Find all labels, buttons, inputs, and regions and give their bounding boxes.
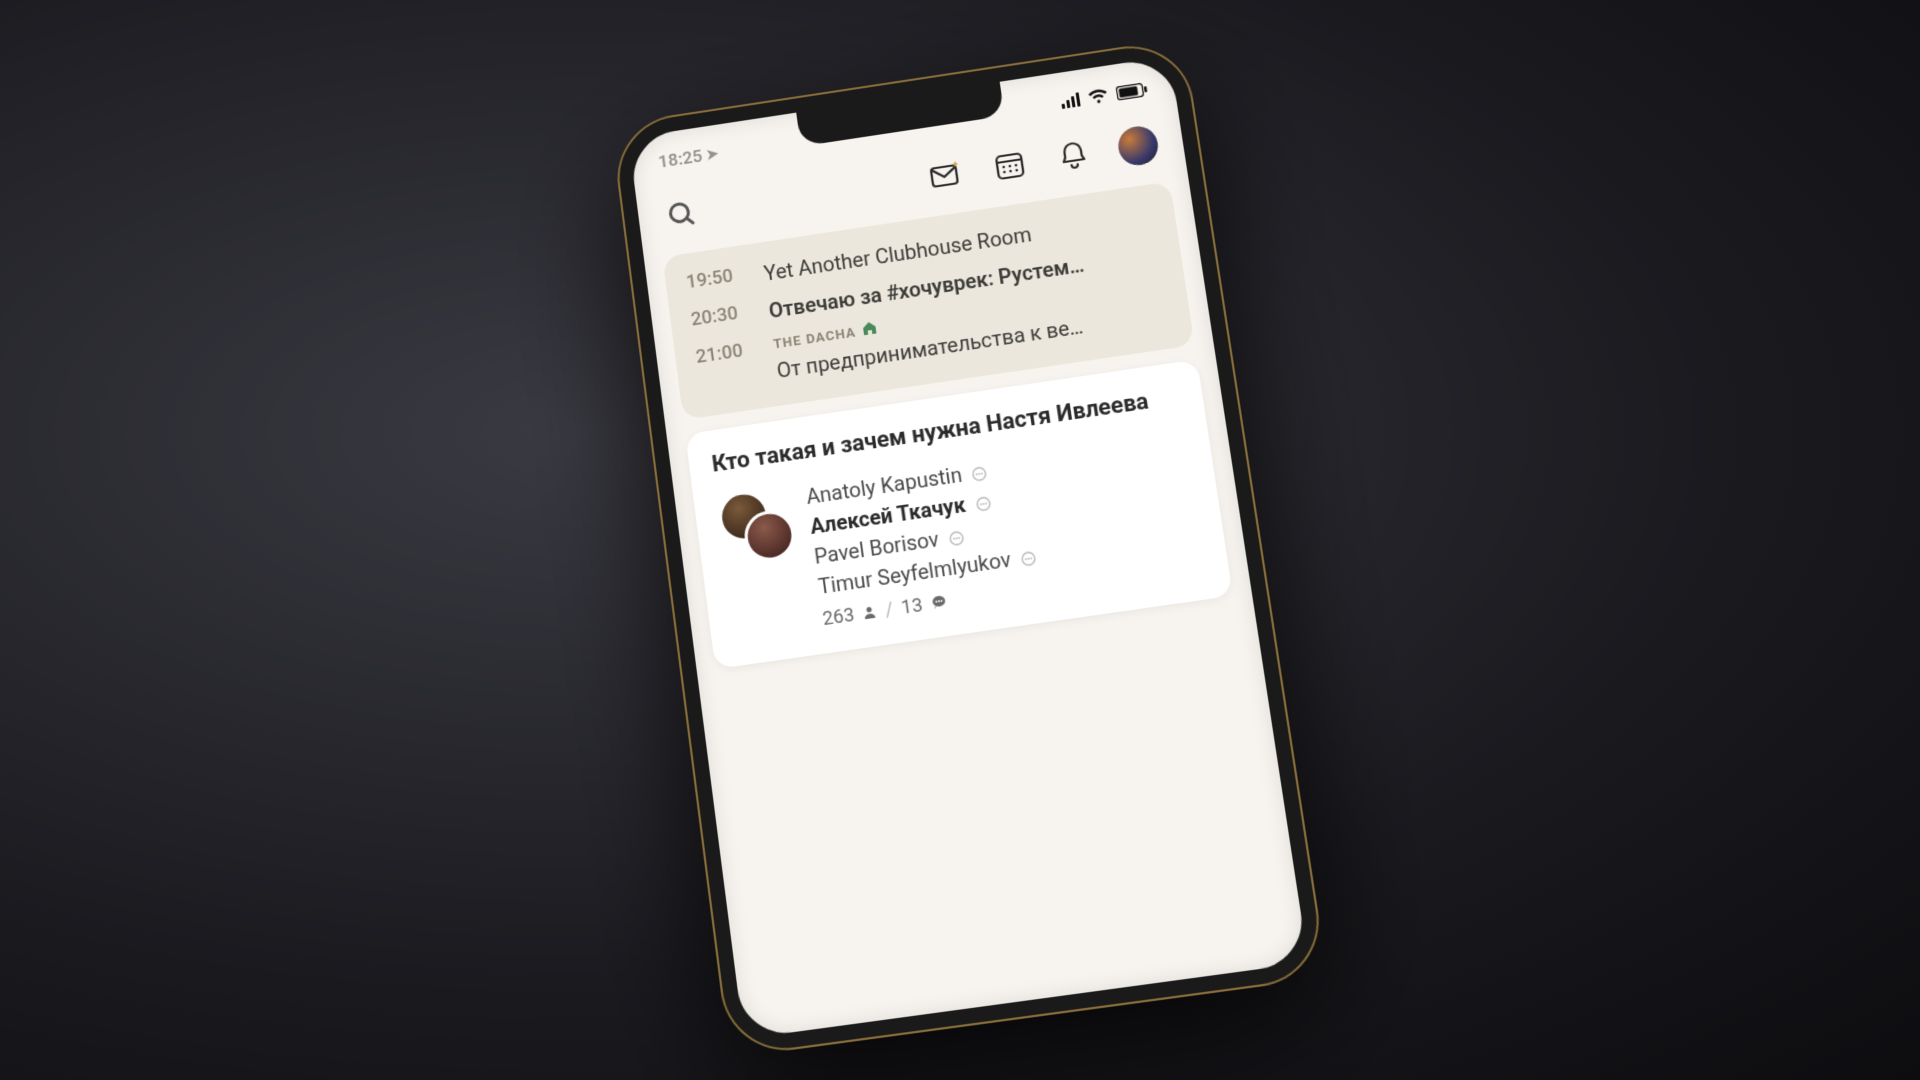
search-icon[interactable] (661, 194, 702, 235)
schedule-time: 19:50 (685, 263, 747, 293)
wifi-icon (1087, 87, 1110, 106)
schedule-time: 21:00 (695, 338, 757, 368)
speaker-avatars (716, 484, 798, 566)
phone-frame: 18:25 ➤ (613, 40, 1326, 1056)
speech-icon (930, 594, 949, 611)
calendar-icon[interactable] (989, 144, 1031, 186)
bell-icon[interactable] (1052, 135, 1094, 177)
speaker-count: 13 (900, 594, 924, 619)
profile-avatar[interactable] (1116, 124, 1161, 168)
chat-bubble-icon (972, 491, 993, 512)
status-time: 18:25 (657, 146, 704, 173)
chat-bubble-icon (946, 526, 967, 547)
chat-bubble-icon (1018, 546, 1039, 567)
schedule-time: 20:30 (690, 301, 752, 331)
listener-count: 263 (821, 604, 855, 630)
envelope-sparkle-icon[interactable] (925, 154, 967, 196)
cellular-signal-icon (1060, 92, 1081, 109)
person-icon (862, 604, 879, 621)
location-services-icon: ➤ (705, 146, 719, 164)
battery-icon (1116, 82, 1149, 101)
house-icon (861, 320, 878, 340)
chat-bubble-icon (969, 461, 990, 482)
